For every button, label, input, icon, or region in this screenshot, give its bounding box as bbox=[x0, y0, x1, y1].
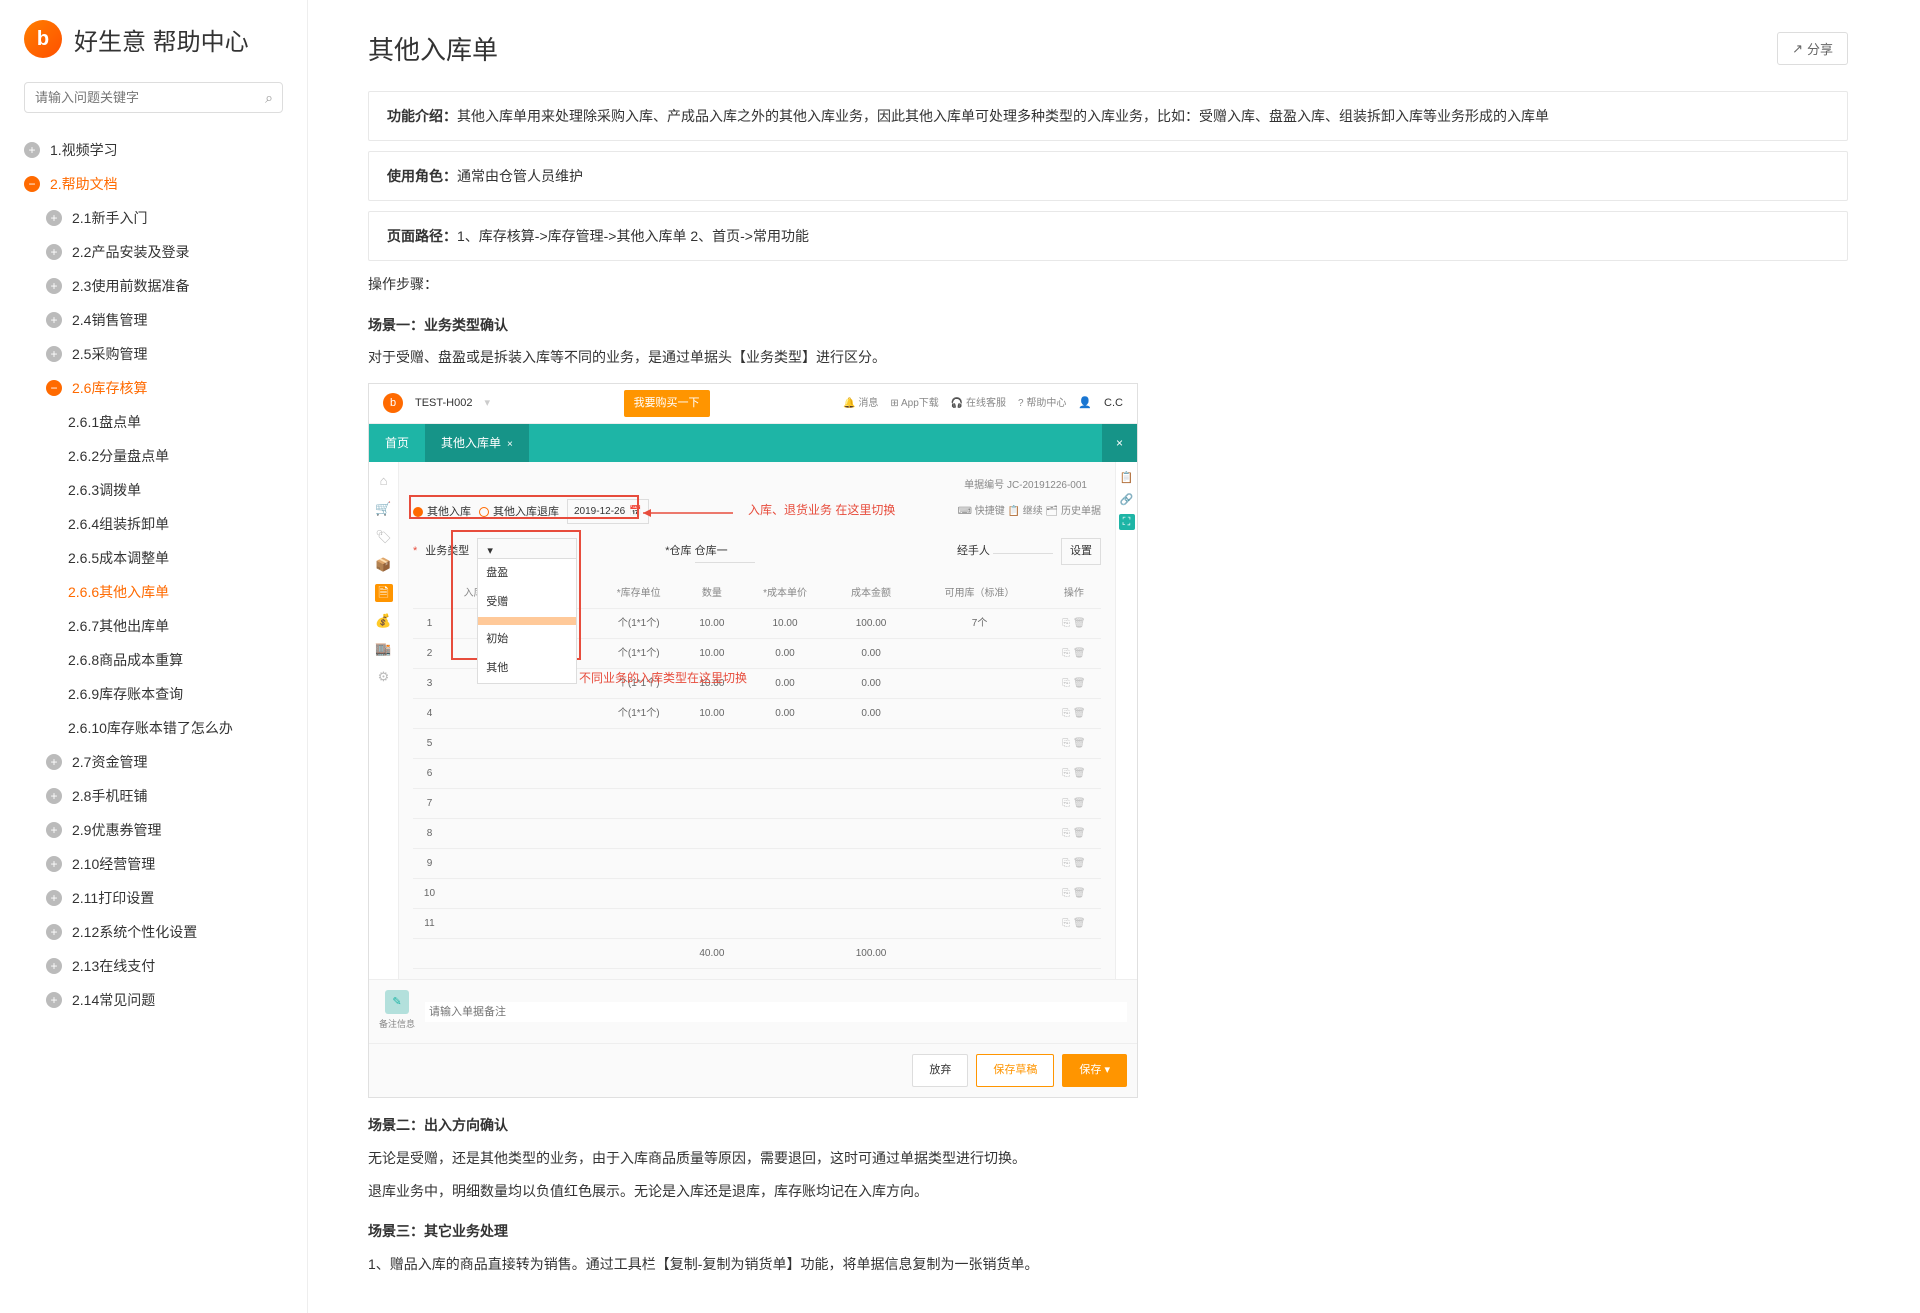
intro-text: 其他入库单用来处理除采购入库、产成品入库之外的其他入库业务，因此其他入库单可处理… bbox=[457, 108, 1549, 124]
ss-avatar-icon: 👤 bbox=[1078, 393, 1092, 414]
nav-item-2-3[interactable]: +2.3使用前数据准备 bbox=[24, 269, 283, 303]
nav-item-2-5[interactable]: +2.5采购管理 bbox=[24, 337, 283, 371]
memo-icon: ✎ bbox=[385, 990, 409, 1014]
ss-app-icon: ⊞ App下载 bbox=[890, 394, 938, 413]
ss-btn-save: 保存 ▾ bbox=[1062, 1054, 1127, 1087]
role-text: 通常由仓管人员维护 bbox=[457, 168, 583, 184]
tag-icon: 🏷 bbox=[375, 528, 393, 546]
nav-item-2-6-2[interactable]: 2.6.2分量盘点单 bbox=[24, 439, 283, 473]
scene2-text2: 退库业务中，明细数量均以负值红色展示。无论是入库还是退库，库存账均记在入库方向。 bbox=[368, 1178, 1848, 1205]
scene1-title: 场景一：业务类型确认 bbox=[368, 312, 1848, 339]
ss-user: C.C bbox=[1104, 393, 1123, 414]
path-box: 页面路径：1、库存核算->库存管理->其他入库单 2、首页->常用功能 bbox=[368, 211, 1848, 261]
ss-form: 单据编号 JC-20191226-001 其他入库 其他入库退库 2019-12… bbox=[399, 462, 1115, 979]
nav-item-2-11[interactable]: +2.11打印设置 bbox=[24, 881, 283, 915]
ss-tab-close-all: × bbox=[1102, 424, 1137, 463]
page-header: 其他入库单 ↗分享 bbox=[368, 30, 1848, 67]
ss-buy-button: 我要购买一下 bbox=[624, 390, 710, 417]
gear-icon: ⚙ bbox=[375, 668, 393, 686]
wallet-icon: 💰 bbox=[375, 612, 393, 630]
ss-help-icon: ? 帮助中心 bbox=[1018, 394, 1066, 413]
nav-item-2-6[interactable]: −2.6库存核算 bbox=[24, 371, 283, 405]
main-content: 其他入库单 ↗分享 功能介绍：其他入库单用来处理除采购入库、产成品入库之外的其他… bbox=[308, 0, 1908, 1313]
nav-item-2-6-8[interactable]: 2.6.8商品成本重算 bbox=[24, 643, 283, 677]
link-icon: 🔗 bbox=[1119, 492, 1135, 508]
logo-icon: b bbox=[24, 20, 62, 58]
ss-annot2: 不同业务的入库类型在这里切换 bbox=[579, 667, 747, 690]
ss-btn-cancel: 放弃 bbox=[912, 1054, 968, 1087]
ss-sidenav: ⌂ 🛒 🏷 📦 🗎 💰 🏬 ⚙ bbox=[369, 462, 399, 979]
nav-item-2-8[interactable]: +2.8手机旺铺 bbox=[24, 779, 283, 813]
ss-btn-draft: 保存草稿 bbox=[976, 1054, 1054, 1087]
intro-label: 功能介绍： bbox=[387, 108, 457, 124]
ss-memo-input bbox=[425, 1002, 1127, 1022]
close-icon: × bbox=[507, 439, 513, 450]
logo-text: 好生意 帮助中心 bbox=[74, 22, 249, 57]
path-label: 页面路径： bbox=[387, 228, 457, 244]
sidebar: b 好生意 帮助中心 ⌕ +1.视频学习 −2.帮助文档 +2.1新手入门 +2… bbox=[0, 0, 308, 1313]
nav-item-2-9[interactable]: +2.9优惠券管理 bbox=[24, 813, 283, 847]
scene2-title: 场景二：出入方向确认 bbox=[368, 1112, 1848, 1139]
shop-icon: 🏬 bbox=[375, 640, 393, 658]
search-input[interactable] bbox=[24, 82, 283, 113]
search-box: ⌕ bbox=[24, 82, 283, 113]
steps-label: 操作步骤： bbox=[368, 271, 1848, 298]
nav-item-2-6-5[interactable]: 2.6.5成本调整单 bbox=[24, 541, 283, 575]
path-text: 1、库存核算->库存管理->其他入库单 2、首页->常用功能 bbox=[457, 228, 809, 244]
embedded-screenshot: b TEST-H002 ▾ 我要购买一下 🔔 消息 ⊞ App下载 🎧 在线客服… bbox=[368, 383, 1138, 1099]
nav-item-2-6-9[interactable]: 2.6.9库存账本查询 bbox=[24, 677, 283, 711]
ss-account: TEST-H002 bbox=[415, 393, 472, 414]
nav-item-2-6-3[interactable]: 2.6.3调拨单 bbox=[24, 473, 283, 507]
ss-tabs: 首页 其他入库单× × bbox=[369, 424, 1137, 463]
ss-logo-icon: b bbox=[383, 393, 403, 413]
scene3-title: 场景三：其它业务处理 bbox=[368, 1218, 1848, 1245]
share-button[interactable]: ↗分享 bbox=[1777, 32, 1848, 65]
nav-item-2-6-7[interactable]: 2.6.7其他出库单 bbox=[24, 609, 283, 643]
scene1-text: 对于受赠、盘盈或是拆装入库等不同的业务，是通过单据头【业务类型】进行区分。 bbox=[368, 344, 1848, 371]
nav-item-2-6-10[interactable]: 2.6.10库存账本错了怎么办 bbox=[24, 711, 283, 745]
home-icon: ⌂ bbox=[375, 472, 393, 490]
logo-row: b 好生意 帮助中心 bbox=[24, 20, 283, 58]
page-title: 其他入库单 bbox=[368, 30, 498, 67]
box-icon: 📦 bbox=[375, 556, 393, 574]
expand-icon: ⛶ bbox=[1119, 514, 1135, 530]
nav-item-2-1[interactable]: +2.1新手入门 bbox=[24, 201, 283, 235]
doc-icon: 🗎 bbox=[375, 584, 393, 602]
ss-cs-icon: 🎧 在线客服 bbox=[951, 394, 1006, 413]
nav-item-docs[interactable]: −2.帮助文档 bbox=[24, 167, 283, 201]
nav-item-2-6-6[interactable]: 2.6.6其他入库单 bbox=[24, 575, 283, 609]
cart-icon: 🛒 bbox=[375, 500, 393, 518]
ss-rightpanel: 📋 🔗 ⛶ bbox=[1115, 462, 1137, 979]
nav-item-2-6-1[interactable]: 2.6.1盘点单 bbox=[24, 405, 283, 439]
ss-msg-icon: 🔔 消息 bbox=[843, 394, 878, 413]
plus-icon: + bbox=[24, 142, 40, 158]
scene3-text: 1、赠品入库的商品直接转为销售。通过工具栏【复制-复制为销货单】功能，将单据信息… bbox=[368, 1251, 1848, 1278]
scene2-text1: 无论是受赠，还是其他类型的业务，由于入库商品质量等原因，需要退回，这时可通过单据… bbox=[368, 1145, 1848, 1172]
nav-item-video[interactable]: +1.视频学习 bbox=[24, 133, 283, 167]
paste-icon: 📋 bbox=[1119, 470, 1135, 486]
nav-item-2-10[interactable]: +2.10经营管理 bbox=[24, 847, 283, 881]
ss-memo: ✎ 备注信息 bbox=[369, 979, 1137, 1043]
ss-tab-current: 其他入库单× bbox=[425, 424, 529, 463]
ss-footer: 放弃 保存草稿 保存 ▾ bbox=[369, 1043, 1137, 1097]
nav-item-2-13[interactable]: +2.13在线支付 bbox=[24, 949, 283, 983]
nav-item-2-7[interactable]: +2.7资金管理 bbox=[24, 745, 283, 779]
minus-icon: − bbox=[24, 176, 40, 192]
ss-tab-home: 首页 bbox=[369, 424, 425, 463]
ss-annot1: 入库、退货业务 在这里切换 bbox=[748, 499, 895, 522]
role-label: 使用角色： bbox=[387, 168, 457, 184]
nav-item-2-4[interactable]: +2.4销售管理 bbox=[24, 303, 283, 337]
ss-topbar: b TEST-H002 ▾ 我要购买一下 🔔 消息 ⊞ App下载 🎧 在线客服… bbox=[369, 384, 1137, 424]
share-icon: ↗ bbox=[1792, 41, 1803, 57]
nav-item-2-6-4[interactable]: 2.6.4组装拆卸单 bbox=[24, 507, 283, 541]
nav: +1.视频学习 −2.帮助文档 +2.1新手入门 +2.2产品安装及登录 +2.… bbox=[24, 133, 283, 1017]
search-icon[interactable]: ⌕ bbox=[265, 89, 273, 106]
nav-item-2-12[interactable]: +2.12系统个性化设置 bbox=[24, 915, 283, 949]
nav-item-2-14[interactable]: +2.14常见问题 bbox=[24, 983, 283, 1017]
nav-item-2-2[interactable]: +2.2产品安装及登录 bbox=[24, 235, 283, 269]
content-body: 操作步骤： 场景一：业务类型确认 对于受赠、盘盈或是拆装入库等不同的业务，是通过… bbox=[368, 271, 1848, 1277]
role-box: 使用角色：通常由仓管人员维护 bbox=[368, 151, 1848, 201]
intro-box: 功能介绍：其他入库单用来处理除采购入库、产成品入库之外的其他入库业务，因此其他入… bbox=[368, 91, 1848, 141]
